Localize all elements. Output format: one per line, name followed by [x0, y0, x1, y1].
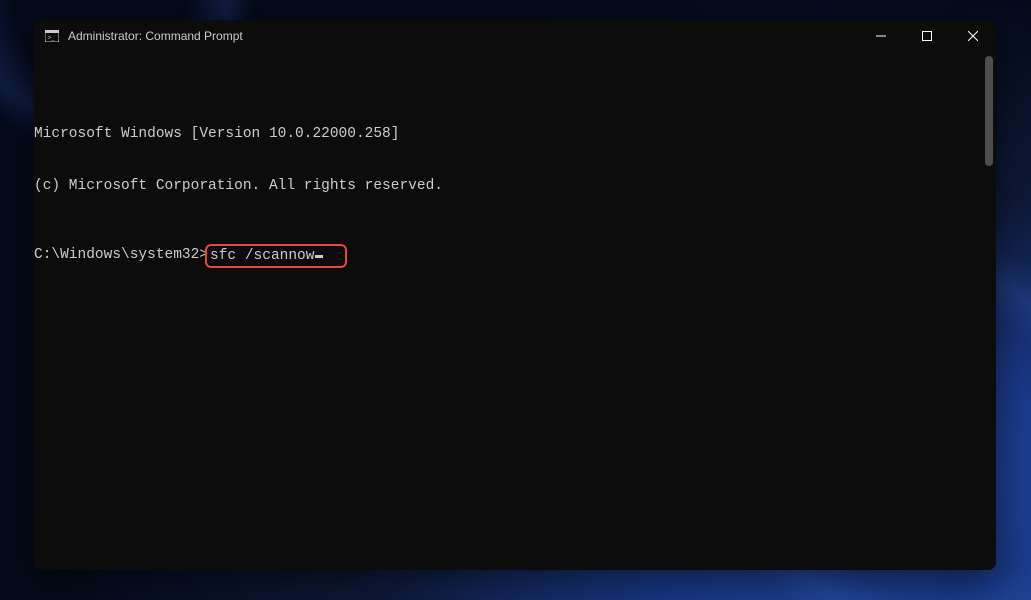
window-controls [858, 20, 996, 52]
terminal-output[interactable]: Microsoft Windows [Version 10.0.22000.25… [34, 52, 996, 570]
copyright-line: (c) Microsoft Corporation. All rights re… [34, 178, 994, 195]
text-cursor [315, 255, 323, 258]
close-button[interactable] [950, 20, 996, 52]
command-highlight: sfc /scannow [205, 244, 347, 269]
maximize-button[interactable] [904, 20, 950, 52]
svg-text:>_: >_ [48, 35, 56, 42]
version-line: Microsoft Windows [Version 10.0.22000.25… [34, 126, 994, 143]
titlebar[interactable]: >_ Administrator: Command Prompt [34, 20, 996, 52]
vertical-scrollbar[interactable] [985, 56, 993, 166]
app-icon: >_ [44, 28, 60, 44]
command-prompt-window: >_ Administrator: Command Prompt Microso… [34, 20, 996, 570]
minimize-button[interactable] [858, 20, 904, 52]
window-title: Administrator: Command Prompt [68, 29, 243, 43]
typed-command: sfc /scannow [210, 249, 314, 264]
command-line[interactable]: C:\Windows\system32>sfc /scannow [34, 244, 994, 269]
prompt-path: C:\Windows\system32> [34, 247, 208, 264]
